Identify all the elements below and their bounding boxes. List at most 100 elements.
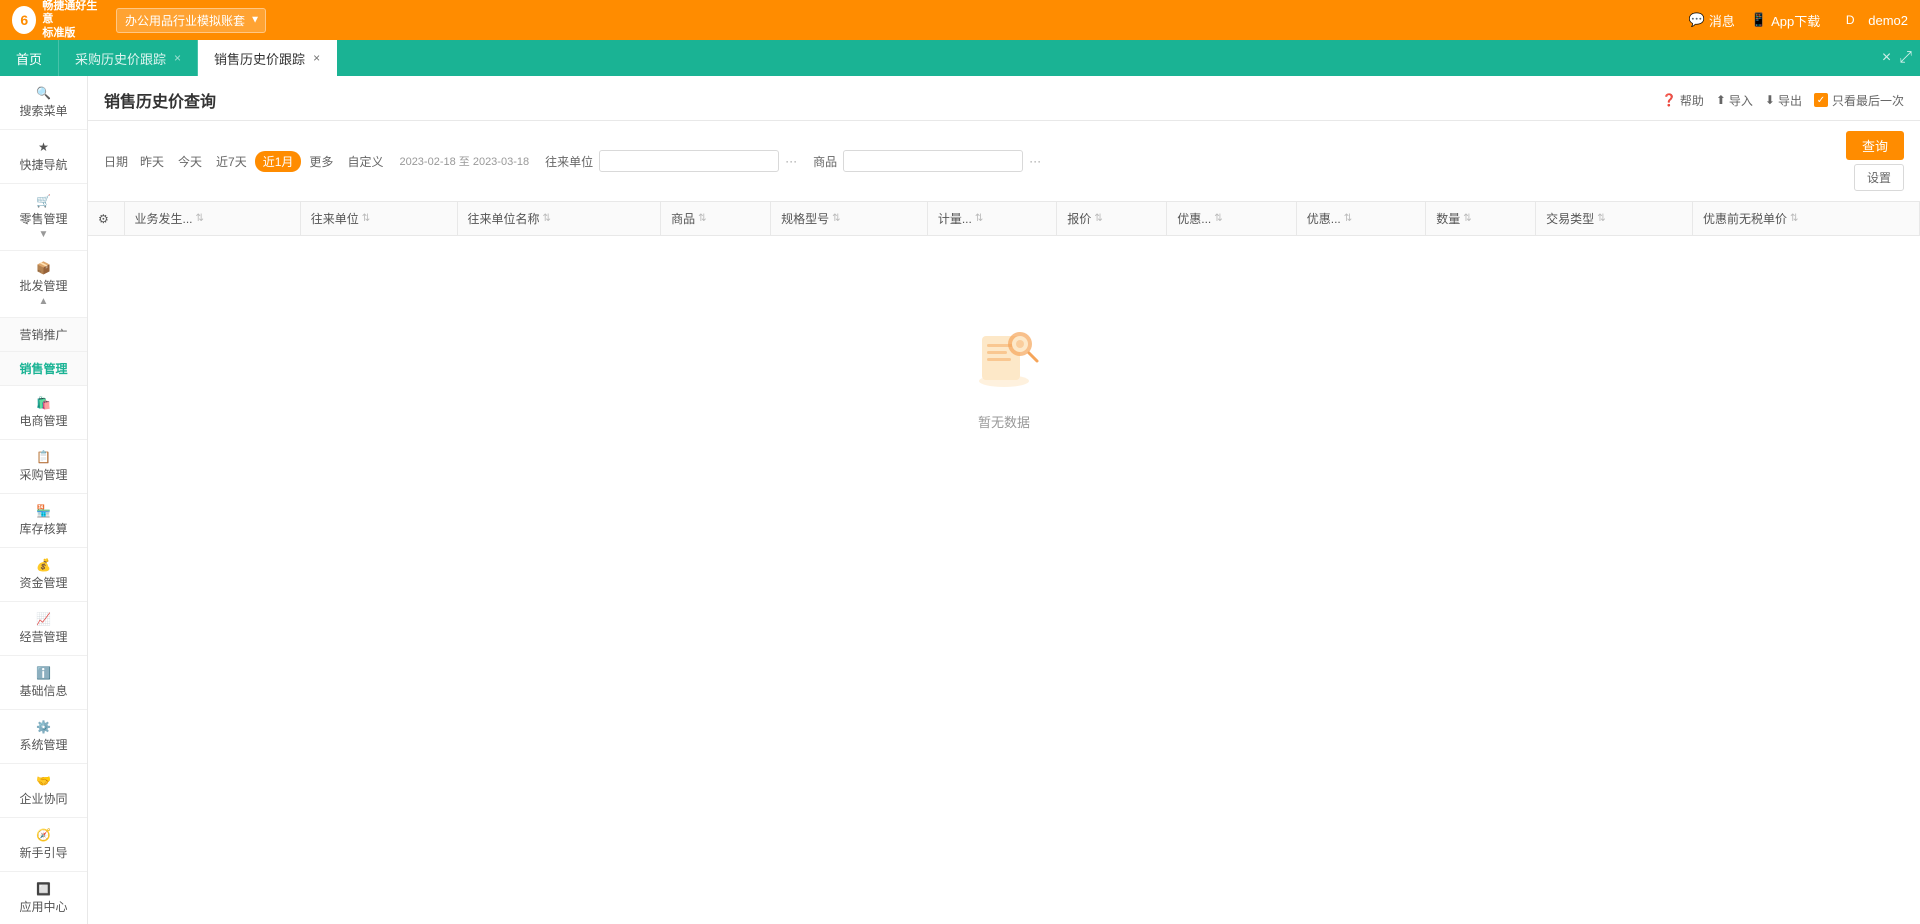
app-download-btn[interactable]: 📱 App下载 [1751,11,1820,30]
export-btn[interactable]: ⬇ 导出 [1765,92,1802,109]
date-custom[interactable]: 自定义 [341,151,389,172]
sidebar-item-sales-mgmt[interactable]: 销售管理 [0,352,87,386]
help-btn[interactable]: ❓ 帮助 [1662,92,1704,109]
col-price[interactable]: 报价 ⇅ [1057,202,1167,236]
sort-unit: ⇅ [975,213,983,224]
party-filter-group: 往来单位 ··· [545,150,797,172]
retail-arrow: ▼ [39,229,49,240]
sidebar-item-marketing[interactable]: 营销推广 [0,318,87,352]
sidebar-item-appstore[interactable]: 🔲 应用中心 [0,872,87,924]
tabbar: 首页 采购历史价跟踪 × 销售历史价跟踪 × × ⤢ [0,40,1920,76]
party-label: 往来单位 [545,153,593,170]
sidebar-item-inventory[interactable]: 🏪 库存核算 [0,494,87,548]
sort-goods: ⇅ [698,213,706,224]
col-settings[interactable]: ⚙ [88,202,124,236]
data-table: ⚙ 业务发生... ⇅ 往来单位 [88,202,1920,236]
import-icon: ⬆ [1716,93,1726,107]
sidebar-item-search[interactable]: 🔍 搜索菜单 [0,76,87,130]
wholesale-icon: 📦 [36,261,51,275]
fullscreen-btn[interactable]: ⤢ [1899,49,1912,67]
sidebar-item-finance[interactable]: 💰 资金管理 [0,548,87,602]
tab-sales-close[interactable]: × [313,51,320,65]
sidebar-item-basic[interactable]: ℹ️ 基础信息 [0,656,87,710]
empty-state: 暂无数据 [88,236,1920,511]
query-button[interactable]: 查询 [1846,131,1904,160]
tab-sales-label: 销售历史价跟踪 [214,49,305,68]
inventory-icon: 🏪 [36,504,51,518]
tabbar-actions: × ⤢ [1882,49,1920,67]
sidebar: 🔍 搜索菜单 ★ 快捷导航 🛒 零售管理 ▼ 📦 批发管理 ▲ 营销推广 销售管… [0,76,88,924]
col-unit[interactable]: 计量... ⇅ [927,202,1056,236]
user-menu[interactable]: D demo2 [1836,6,1908,34]
system-icon: ⚙️ [36,720,51,734]
only-last-checkbox[interactable]: ✓ 只看最后一次 [1814,92,1904,109]
sidebar-item-wholesale[interactable]: 📦 批发管理 ▲ [0,251,87,318]
company-dropdown[interactable]: 办公用品行业模拟账套 ▼ [116,8,266,33]
col-qty[interactable]: 数量 ⇅ [1426,202,1536,236]
page-content: 销售历史价查询 ❓ 帮助 ⬆ 导入 ⬇ 导出 ✓ [88,76,1920,924]
tab-home[interactable]: 首页 [0,40,59,76]
col-spec[interactable]: 规格型号 ⇅ [771,202,928,236]
tab-purchase-label: 采购历史价跟踪 [75,49,166,68]
party-dots[interactable]: ··· [785,154,797,168]
sort-spec: ⇅ [832,213,840,224]
table-header: ⚙ 业务发生... ⇅ 往来单位 [88,202,1920,236]
message-btn[interactable]: 💬 消息 [1689,11,1735,30]
topbar-center: 办公用品行业模拟账套 ▼ [100,8,1689,33]
party-input[interactable] [599,150,779,172]
sort-price: ⇅ [1094,213,1102,224]
goods-label: 商品 [813,153,837,170]
basic-icon: ℹ️ [36,666,51,680]
checkbox-icon: ✓ [1814,93,1828,107]
sidebar-item-purchase[interactable]: 📋 采购管理 [0,440,87,494]
col-discount2[interactable]: 优惠... ⇅ [1296,202,1425,236]
page-header: 销售历史价查询 ❓ 帮助 ⬆ 导入 ⬇ 导出 ✓ [88,76,1920,121]
shortcut-icon: ★ [38,140,49,154]
guide-icon: 🧭 [36,828,51,842]
table-settings-icon[interactable]: ⚙ [98,212,109,226]
sort-no-tax-price: ⇅ [1790,213,1798,224]
settings-button[interactable]: 设置 [1854,164,1904,191]
message-icon: 💬 [1689,12,1705,28]
col-discount1[interactable]: 优惠... ⇅ [1167,202,1296,236]
retail-icon: 🛒 [36,194,51,208]
empty-text: 暂无数据 [978,412,1030,431]
table-container[interactable]: ⚙ 业务发生... ⇅ 往来单位 [88,202,1920,924]
col-party-name[interactable]: 往来单位名称 ⇅ [457,202,661,236]
col-no-tax-price[interactable]: 优惠前无税单价 ⇅ [1692,202,1919,236]
empty-icon [964,316,1044,396]
sidebar-item-retail[interactable]: 🛒 零售管理 ▼ [0,184,87,251]
col-trade-type[interactable]: 交易类型 ⇅ [1536,202,1693,236]
import-btn[interactable]: ⬆ 导入 [1716,92,1753,109]
goods-filter-group: 商品 ··· [813,150,1041,172]
sidebar-item-guide[interactable]: 🧭 新手引导 [0,818,87,872]
date-last1m[interactable]: 近1月 [255,151,302,172]
tab-sales[interactable]: 销售历史价跟踪 × [198,40,337,76]
sidebar-item-system[interactable]: ⚙️ 系统管理 [0,710,87,764]
filter-bar: 日期 昨天 今天 近7天 近1月 更多 自定义 2023-02-18 至 202… [88,121,1920,202]
col-goods[interactable]: 商品 ⇅ [661,202,771,236]
appstore-icon: 🔲 [36,882,51,896]
tab-purchase[interactable]: 采购历史价跟踪 × [59,40,198,76]
date-filter-group: 日期 昨天 今天 近7天 近1月 更多 自定义 2023-02-18 至 202… [104,151,529,172]
main-layout: 🔍 搜索菜单 ★ 快捷导航 🛒 零售管理 ▼ 📦 批发管理 ▲ 营销推广 销售管… [0,76,1920,924]
date-today[interactable]: 今天 [172,151,208,172]
logo-text: 畅捷通好生意 标准版 [42,0,100,40]
sidebar-item-operation[interactable]: 📈 经营管理 [0,602,87,656]
goods-dots[interactable]: ··· [1029,154,1041,168]
date-yesterday[interactable]: 昨天 [134,151,170,172]
date-last7[interactable]: 近7天 [210,151,253,172]
sidebar-item-ecom[interactable]: 🛍️ 电商管理 [0,386,87,440]
date-shortcuts: 昨天 今天 近7天 近1月 更多 自定义 [134,151,389,172]
col-party-code[interactable]: 往来单位 ⇅ [300,202,457,236]
sidebar-item-enterprise[interactable]: 🤝 企业协同 [0,764,87,818]
col-biz-date[interactable]: 业务发生... ⇅ [124,202,300,236]
tab-home-label: 首页 [16,49,42,68]
logo: 6 畅捷通好生意 标准版 [12,0,100,40]
date-more[interactable]: 更多 [303,151,339,172]
goods-input[interactable] [843,150,1023,172]
sidebar-item-shortcut[interactable]: ★ 快捷导航 [0,130,87,184]
tab-purchase-close[interactable]: × [174,51,181,65]
sort-discount2: ⇅ [1344,213,1352,224]
close-all-btn[interactable]: × [1882,49,1891,67]
